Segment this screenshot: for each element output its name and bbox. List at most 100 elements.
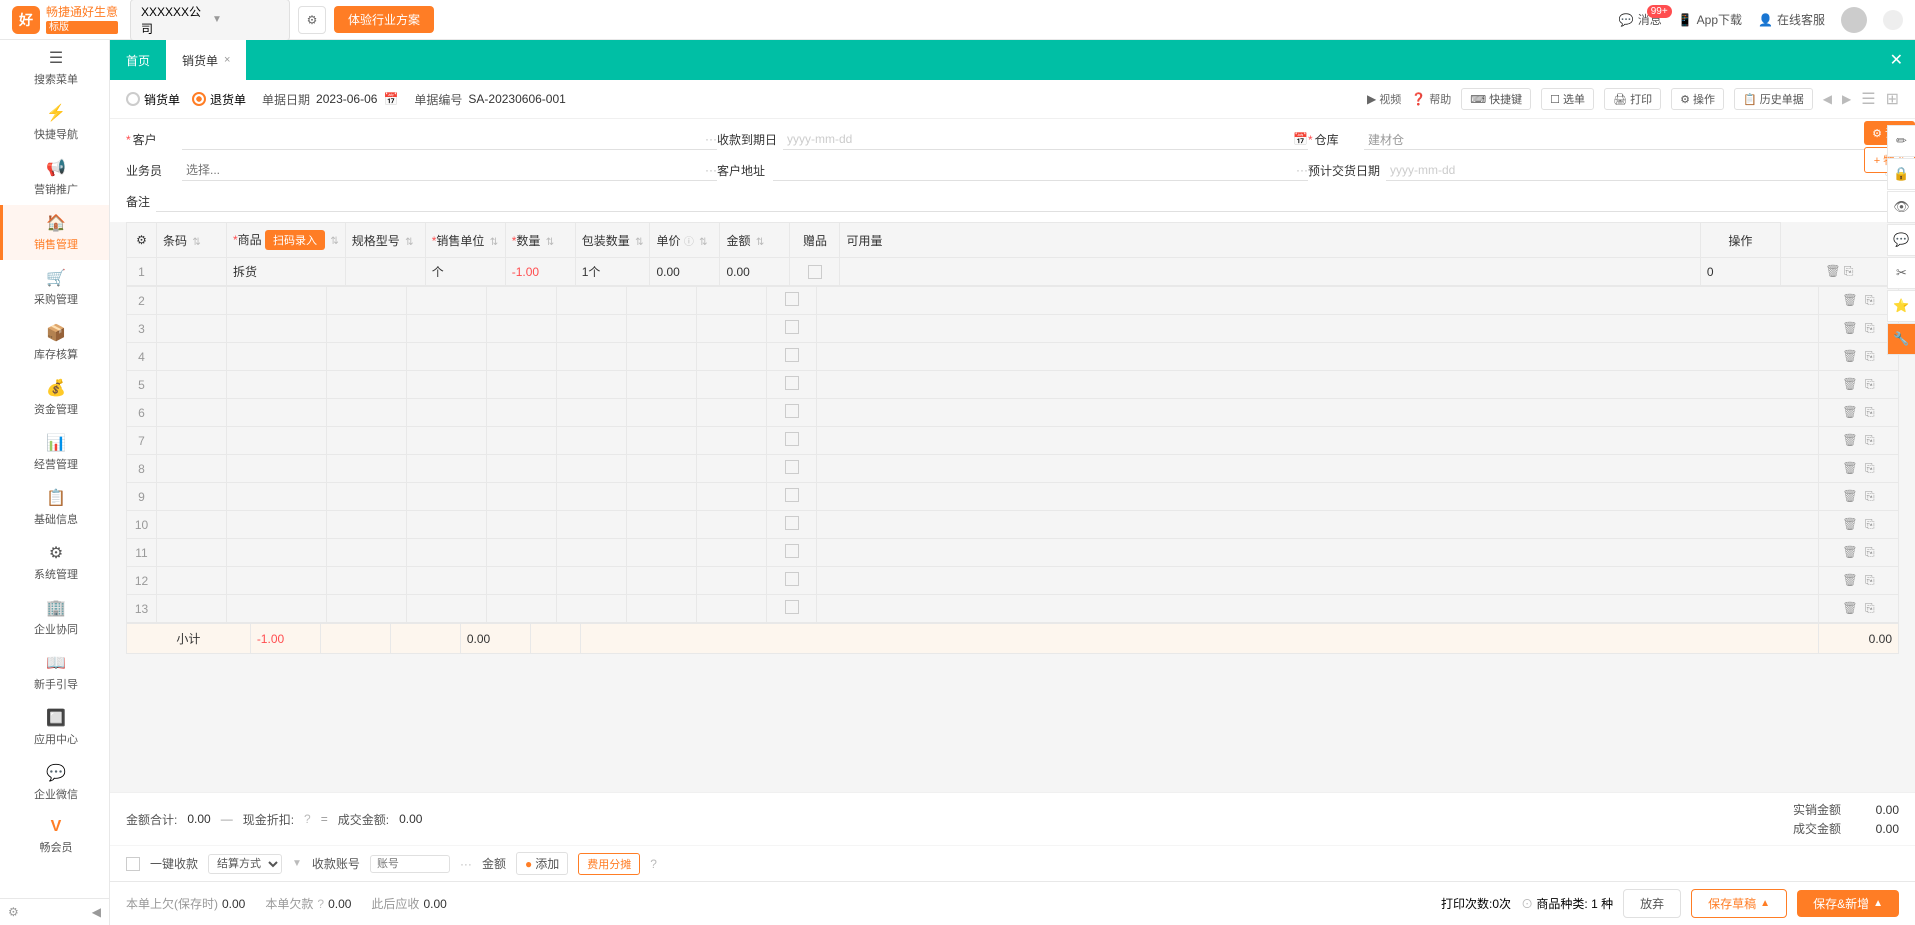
help-link[interactable]: ❓ 帮助 — [1411, 91, 1451, 107]
message-button[interactable]: 💬 消息 99+ — [1619, 11, 1662, 28]
unit-price-8[interactable] — [627, 455, 697, 483]
pack-qty-11[interactable] — [557, 539, 627, 567]
amount-8[interactable] — [697, 455, 767, 483]
delete-icon-11[interactable]: 🗑 — [1842, 545, 1857, 559]
barcode-5[interactable] — [157, 371, 227, 399]
gift-checkbox-6[interactable] — [785, 404, 799, 418]
gift-checkbox-13[interactable] — [785, 600, 799, 614]
spec-7[interactable] — [327, 427, 407, 455]
grid-view-icon[interactable]: ⊞ — [1886, 89, 1899, 109]
copy-icon-6[interactable]: ⎘ — [1865, 405, 1875, 419]
delete-icon-10[interactable]: 🗑 — [1842, 517, 1857, 531]
qty-4[interactable] — [487, 343, 557, 371]
select-order-button[interactable]: ☐ 选单 — [1541, 88, 1594, 110]
qty-6[interactable] — [487, 399, 557, 427]
delete-icon-2[interactable]: 🗑 — [1842, 293, 1857, 307]
sidebar-item-search[interactable]: ☰ 搜索菜单 — [0, 40, 109, 95]
barcode-6[interactable] — [157, 399, 227, 427]
spec-9[interactable] — [327, 483, 407, 511]
unit-price-2[interactable] — [627, 287, 697, 315]
pack-qty-5[interactable] — [557, 371, 627, 399]
product-4[interactable] — [227, 343, 327, 371]
spec-2[interactable] — [327, 287, 407, 315]
add-payment-button[interactable]: ● 添加 — [516, 852, 568, 875]
product-1[interactable]: 拆货 — [227, 258, 346, 286]
amount-4[interactable] — [697, 343, 767, 371]
qty-8[interactable] — [487, 455, 557, 483]
unit-price-4[interactable] — [627, 343, 697, 371]
product-13[interactable] — [227, 595, 327, 623]
sidebar-item-inventory[interactable]: 📦 库存核算 — [0, 315, 109, 370]
qty-2[interactable] — [487, 287, 557, 315]
product-9[interactable] — [227, 483, 327, 511]
th-settings[interactable]: ⚙ — [127, 223, 157, 258]
unit-6[interactable] — [407, 399, 487, 427]
amount-13[interactable] — [697, 595, 767, 623]
sidebar-item-apps[interactable]: 🔲 应用中心 — [0, 700, 109, 755]
copy-icon-10[interactable]: ⎘ — [1865, 517, 1875, 531]
gift-checkbox-4[interactable] — [785, 348, 799, 362]
discount-help-icon[interactable]: ? — [304, 812, 311, 826]
qty-3[interactable] — [487, 315, 557, 343]
sidebar-item-enterprise[interactable]: 🏢 企业协同 — [0, 590, 109, 645]
product-11[interactable] — [227, 539, 327, 567]
spec-10[interactable] — [327, 511, 407, 539]
gift-11[interactable] — [767, 539, 817, 567]
table-container[interactable]: ⚙ 条码 ⇅ *商品 扫码录入 ⇅ 规格型号 ⇅ — [110, 222, 1915, 792]
delete-icon-7[interactable]: 🗑 — [1842, 433, 1857, 447]
qty-13[interactable] — [487, 595, 557, 623]
copy-icon-11[interactable]: ⎘ — [1865, 545, 1875, 559]
unit-13[interactable] — [407, 595, 487, 623]
unit-5[interactable] — [407, 371, 487, 399]
delete-icon-1[interactable]: 🗑 — [1825, 264, 1840, 278]
spec-sort-icon[interactable]: ⇅ — [405, 237, 413, 248]
product-5[interactable] — [227, 371, 327, 399]
unit-price-11[interactable] — [627, 539, 697, 567]
calendar-icon[interactable]: 📅 — [383, 92, 398, 106]
pack-qty-8[interactable] — [557, 455, 627, 483]
spec-6[interactable] — [327, 399, 407, 427]
product-sort-icon[interactable]: ⇅ — [330, 236, 338, 247]
gift-checkbox-2[interactable] — [785, 292, 799, 306]
debt-help-icon[interactable]: ? — [317, 897, 324, 911]
copy-icon-8[interactable]: ⎘ — [1865, 461, 1875, 475]
sidebar-item-purchase[interactable]: 🛒 采购管理 — [0, 260, 109, 315]
pack-sort-icon[interactable]: ⇅ — [635, 237, 643, 248]
rsp-message-icon[interactable]: 💬 — [1887, 224, 1915, 256]
delete-icon-13[interactable]: 🗑 — [1842, 601, 1857, 615]
settlement-method-select[interactable]: 结算方式 — [208, 854, 282, 874]
amount-2[interactable] — [697, 287, 767, 315]
gift-13[interactable] — [767, 595, 817, 623]
pack-qty-6[interactable] — [557, 399, 627, 427]
fee-help-icon[interactable]: ? — [650, 857, 657, 871]
pack-qty-1[interactable]: 1个 — [575, 258, 650, 286]
unit-price-1[interactable]: 0.00 — [650, 258, 720, 286]
gift-checkbox-11[interactable] — [785, 544, 799, 558]
gift-1[interactable] — [790, 258, 840, 286]
pack-qty-9[interactable] — [557, 483, 627, 511]
unit-11[interactable] — [407, 539, 487, 567]
qty-sort-icon[interactable]: ⇅ — [546, 237, 554, 248]
delete-icon-12[interactable]: 🗑 — [1842, 573, 1857, 587]
delete-icon-9[interactable]: 🗑 — [1842, 489, 1857, 503]
barcode-4[interactable] — [157, 343, 227, 371]
sidebar-item-guide[interactable]: 📖 新手引导 — [0, 645, 109, 700]
qty-1[interactable]: -1.00 — [505, 258, 575, 286]
barcode-3[interactable] — [157, 315, 227, 343]
gift-8[interactable] — [767, 455, 817, 483]
qty-9[interactable] — [487, 483, 557, 511]
amount-5[interactable] — [697, 371, 767, 399]
gift-12[interactable] — [767, 567, 817, 595]
unit-sort-icon[interactable]: ⇅ — [490, 237, 498, 248]
save-draft-button[interactable]: 保存草稿 ▲ — [1691, 889, 1787, 918]
gift-checkbox-3[interactable] — [785, 320, 799, 334]
unit-1[interactable]: 个 — [425, 258, 505, 286]
amount-1[interactable]: 0.00 — [720, 258, 790, 286]
spec-8[interactable] — [327, 455, 407, 483]
unit-price-5[interactable] — [627, 371, 697, 399]
spec-12[interactable] — [327, 567, 407, 595]
unit-3[interactable] — [407, 315, 487, 343]
amount-sort-icon[interactable]: ⇅ — [756, 237, 764, 248]
delete-icon-6[interactable]: 🗑 — [1842, 405, 1857, 419]
sidebar-item-finance[interactable]: 💰 资金管理 — [0, 370, 109, 425]
